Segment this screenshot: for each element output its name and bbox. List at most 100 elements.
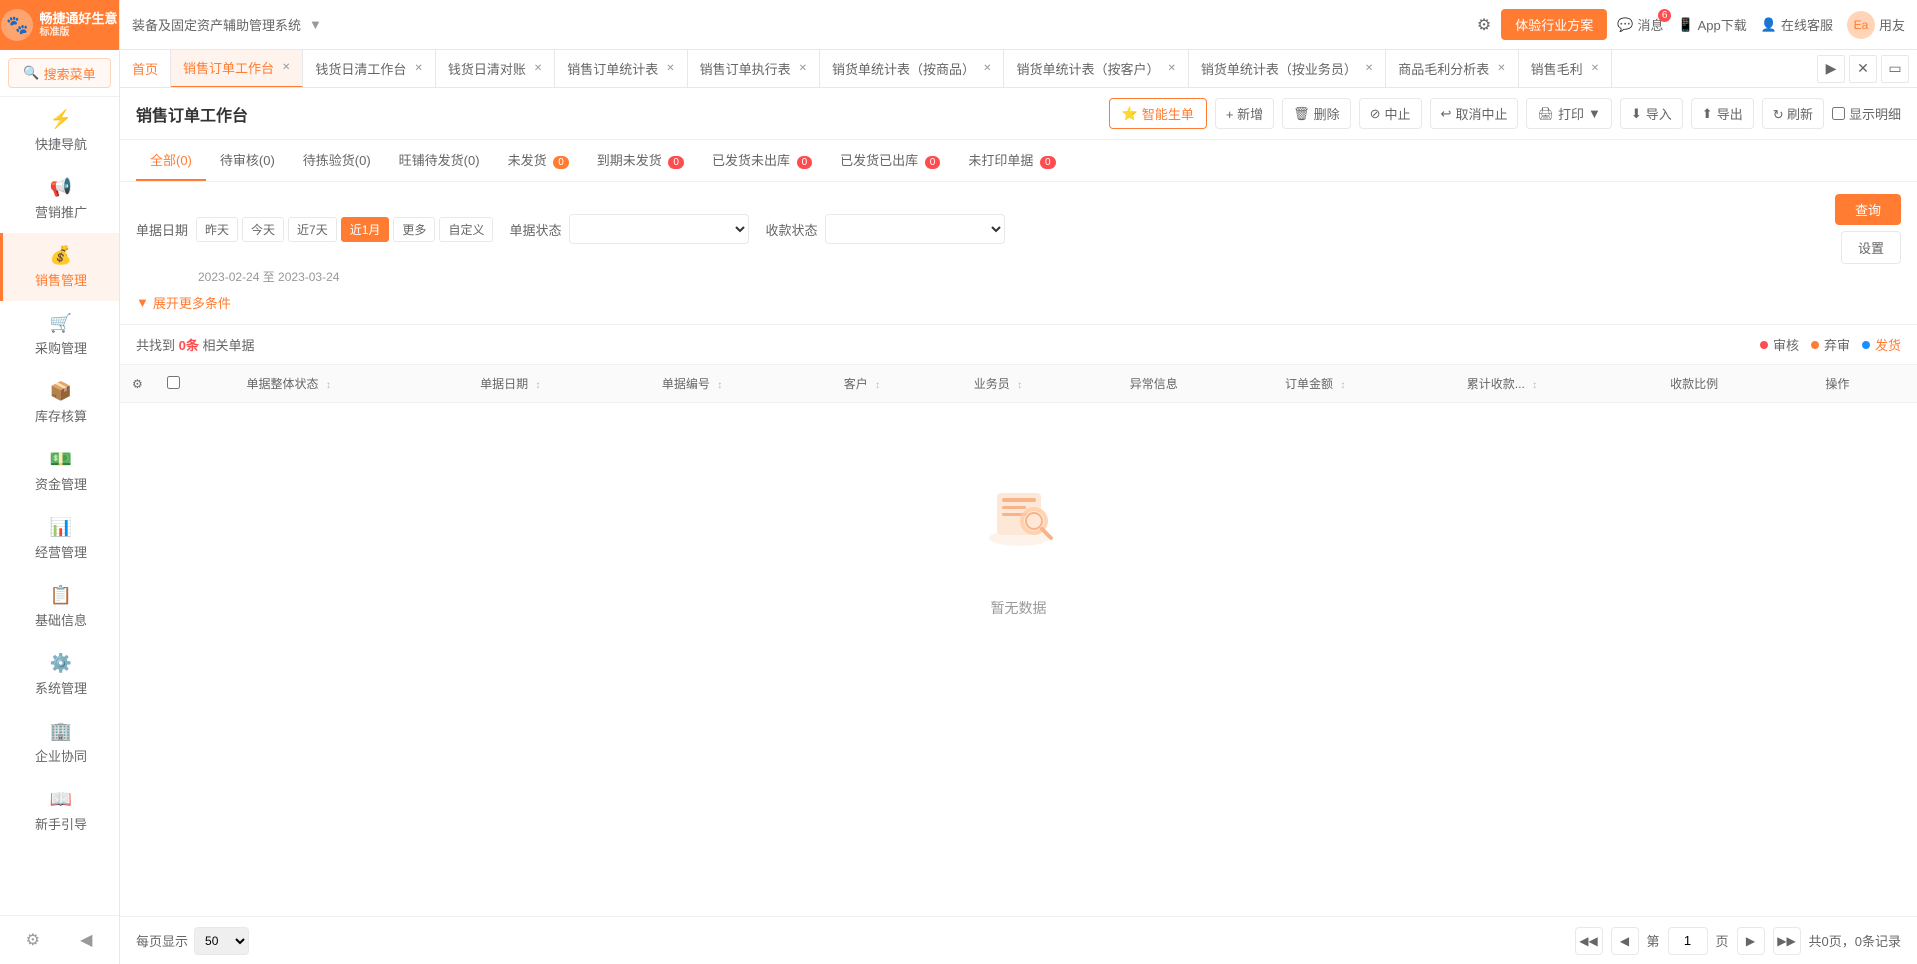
search-menu-button[interactable]: 🔍 搜索菜单 [8,58,111,88]
table-scroll[interactable]: ⚙ 单据整体状态 ↕ 单据日期 ↕ 单据编号 ↕ 客户 ↕ 业务员 ↕ 异常信息… [120,365,1917,916]
th-accumulated-payment[interactable]: 累计收款... ↕ [1455,365,1658,403]
th-customer[interactable]: 客户 ↕ [832,365,962,403]
tab-close-sales-workbench[interactable]: ✕ [282,62,290,73]
tab-close-sales-by-product[interactable]: ✕ [983,63,991,74]
tab-close-daily-reconcile[interactable]: ✕ [534,63,542,74]
tab-sales-margin[interactable]: 销售毛利 ✕ [1519,50,1612,88]
tab-close-sales-stats[interactable]: ✕ [666,63,674,74]
th-payment-ratio[interactable]: 收款比例 [1658,365,1813,403]
status-select[interactable] [569,214,749,244]
sidebar-nav-item-basic[interactable]: 📋 基础信息 [0,573,119,641]
tab-close-sales-by-customer[interactable]: ✕ [1167,63,1175,74]
first-page-button[interactable]: ◀◀ [1575,927,1603,955]
sidebar-nav-item-operations[interactable]: 📊 经营管理 [0,505,119,573]
sub-tab-pending-inspect[interactable]: 待拣验货(0) [289,140,385,181]
page-size-select[interactable]: 10 20 50 100 [194,927,249,955]
th-checkbox[interactable] [155,365,235,403]
tab-home[interactable]: 首页 [120,50,171,88]
th-exception[interactable]: 异常信息 [1118,365,1273,403]
tab-sales-by-customer[interactable]: 销货单统计表（按客户） ✕ [1004,50,1188,88]
refresh-icon: ↻ [1773,107,1784,122]
date-btn-7days[interactable]: 近7天 [288,217,337,242]
tab-close-sales-by-staff[interactable]: ✕ [1365,63,1373,74]
sub-tab-unprinted[interactable]: 未打印单据 0 [954,140,1069,181]
delete-button[interactable]: 🗑 删除 [1282,98,1351,129]
sub-tab-shipped-out[interactable]: 已发货已出库 0 [826,140,954,181]
th-order-amount[interactable]: 订单金额 ↕ [1273,365,1455,403]
date-btn-more[interactable]: 更多 [393,217,435,242]
add-button[interactable]: + 新增 [1215,98,1274,129]
sidebar-nav-item-purchase[interactable]: 🛒 采购管理 [0,301,119,369]
collapse-button[interactable]: ◀ [64,926,110,954]
review-dot [1760,341,1768,349]
stop-button[interactable]: ⊘ 中止 [1359,98,1422,129]
review-batch-button[interactable]: 审核 [1760,335,1799,354]
abandon-review-batch-button[interactable]: 弃审 [1811,335,1850,354]
date-btn-today[interactable]: 今天 [242,217,284,242]
sub-tab-shipped-not-out[interactable]: 已发货未出库 0 [698,140,826,181]
sub-tab-overdue-unshipped[interactable]: 到期未发货 0 [583,140,698,181]
sidebar-nav-item-inventory[interactable]: 📦 库存核算 [0,369,119,437]
sidebar-nav-item-system[interactable]: ⚙️ 系统管理 [0,641,119,709]
th-doc-date[interactable]: 单据日期 ↕ [468,365,650,403]
sidebar-nav-item-enterprise[interactable]: 🏢 企业协同 [0,709,119,777]
tabs-close-button[interactable]: ✕ [1849,55,1877,83]
industry-solution-button[interactable]: 体验行业方案 [1501,9,1607,40]
select-all-checkbox[interactable] [167,376,180,389]
next-page-button[interactable]: ▶ [1737,927,1765,955]
tab-daily-reconcile[interactable]: 钱货日清对账 ✕ [436,50,555,88]
sidebar-nav-item-finance[interactable]: 💵 资金管理 [0,437,119,505]
sort-doc-number-icon: ↕ [717,380,722,391]
user-action[interactable]: Ea 用友 [1847,11,1905,39]
refresh-button[interactable]: ↻ 刷新 [1762,98,1824,129]
tab-sales-stats[interactable]: 销售订单统计表 ✕ [555,50,687,88]
sub-tab-unshipped[interactable]: 未发货 0 [494,140,583,181]
date-btn-yesterday[interactable]: 昨天 [196,217,238,242]
tabs-maximize-button[interactable]: ▭ [1881,55,1909,83]
show-detail-checkbox-label[interactable]: 显示明细 [1832,104,1901,123]
setting-button[interactable]: 设置 [1841,231,1901,264]
settings-bottom-button[interactable]: ⚙ [10,926,56,954]
settings-icon[interactable]: ⚙ [1477,15,1491,35]
export-button[interactable]: ⬆ 导出 [1691,98,1754,129]
online-service-action[interactable]: 👤 在线客服 [1761,15,1833,34]
page-number-input[interactable] [1668,927,1708,955]
tab-close-sales-execution[interactable]: ✕ [799,63,807,74]
last-page-button[interactable]: ▶▶ [1773,927,1801,955]
smart-generate-button[interactable]: ⭐ 智能生单 [1109,98,1207,129]
tab-daily-clear[interactable]: 钱货日清工作台 ✕ [303,50,435,88]
tab-sales-by-staff[interactable]: 销货单统计表（按业务员） ✕ [1189,50,1386,88]
tab-close-daily-clear[interactable]: ✕ [414,63,422,74]
sub-tab-all[interactable]: 全部(0) [136,140,206,181]
tab-sales-by-product[interactable]: 销货单统计表（按商品） ✕ [820,50,1004,88]
sub-tab-shop-pending[interactable]: 旺铺待发货(0) [385,140,494,181]
print-button[interactable]: 🖨 打印 ▼ [1526,98,1611,129]
query-button[interactable]: 查询 [1835,194,1901,225]
th-staff[interactable]: 业务员 ↕ [962,365,1118,403]
th-doc-status[interactable]: 单据整体状态 ↕ [235,365,469,403]
tab-close-gross-profit[interactable]: ✕ [1497,63,1505,74]
ship-batch-button[interactable]: 发货 [1862,335,1901,354]
cancel-stop-button[interactable]: ↩ 取消中止 [1430,98,1519,129]
prev-page-button[interactable]: ◀ [1611,927,1639,955]
sidebar-nav-item-quick[interactable]: ⚡ 快捷导航 [0,97,119,165]
date-btn-1month[interactable]: 近1月 [341,217,390,242]
tab-sales-execution[interactable]: 销售订单执行表 ✕ [688,50,820,88]
sidebar-nav-item-guide[interactable]: 📖 新手引导 [0,777,119,845]
tabs-scroll-right-button[interactable]: ▶ [1817,55,1845,83]
import-button[interactable]: ⬇ 导入 [1620,98,1683,129]
payment-select[interactable] [825,214,1005,244]
sidebar-nav-item-marketing[interactable]: 📢 营销推广 [0,165,119,233]
expand-filter-button[interactable]: ▼ 展开更多条件 [136,293,1901,312]
tab-close-sales-margin[interactable]: ✕ [1591,63,1599,74]
sub-tab-pending-review[interactable]: 待审核(0) [206,140,289,181]
tab-gross-profit[interactable]: 商品毛利分析表 ✕ [1386,50,1518,88]
app-download-action[interactable]: 📱 App下载 [1677,15,1746,34]
message-action[interactable]: 💬 消息 6 [1617,15,1663,34]
show-detail-checkbox[interactable] [1832,107,1845,120]
sidebar-nav-item-sales[interactable]: 💰 销售管理 [0,233,119,301]
tab-sales-workbench[interactable]: 销售订单工作台 ✕ [171,50,303,88]
th-doc-number[interactable]: 单据编号 ↕ [650,365,832,403]
th-settings[interactable]: ⚙ [120,365,155,403]
date-btn-custom[interactable]: 自定义 [439,217,493,242]
